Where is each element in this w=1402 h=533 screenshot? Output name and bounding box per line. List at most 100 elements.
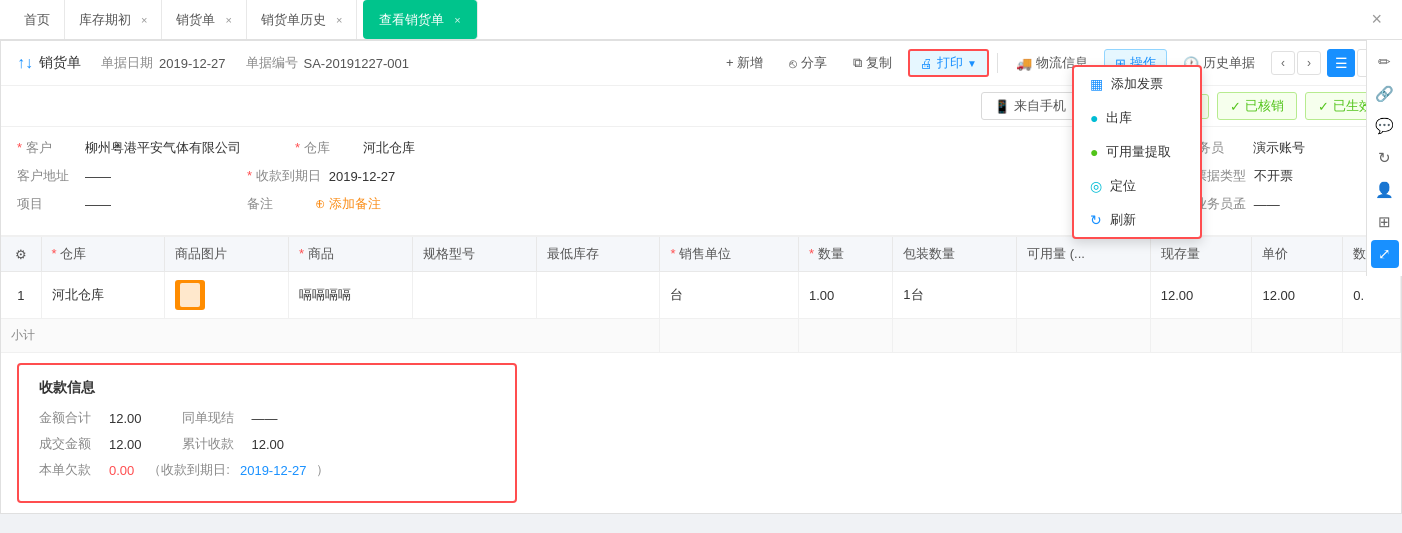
- tab-bar: 首页 库存期初 × 销货单 × 销货单历史 × 查看销货单 × ×: [0, 0, 1402, 40]
- mobile-label: 来自手机: [1014, 97, 1066, 115]
- arrears-date: 2019-12-27: [240, 463, 307, 478]
- add-invoice-item[interactable]: ▦ 添加发票: [1074, 67, 1200, 101]
- subtotal-amount: [1343, 319, 1401, 353]
- doc-title: ↑↓ 销货单: [17, 54, 81, 72]
- nav-arrows: ‹ ›: [1271, 51, 1321, 75]
- window-close-button[interactable]: ×: [1361, 9, 1392, 30]
- add-button[interactable]: + 新增: [716, 50, 773, 76]
- add-note-button[interactable]: ⊕ 添加备注: [315, 195, 381, 213]
- subtotal-unit: [660, 319, 799, 353]
- product-table: ⚙ * 仓库 商品图片 * 商品 规格型号 最低库存 * 销售单位 * 数量 包…: [1, 237, 1401, 353]
- date-label: 单据日期: [101, 54, 153, 72]
- subtotal-available: [1017, 319, 1151, 353]
- refresh-item[interactable]: ↻ 刷新: [1074, 203, 1200, 237]
- staff2-value: ——: [1254, 197, 1280, 212]
- list-view-button[interactable]: ☰: [1327, 49, 1355, 77]
- available-qty-item[interactable]: ● 可用量提取: [1074, 135, 1200, 169]
- row-product: 嗝嗝嗝嗝: [289, 272, 413, 319]
- divider1: [997, 53, 998, 73]
- grid-sidebar-icon[interactable]: ⊞: [1371, 208, 1399, 236]
- copy-label: 复制: [866, 54, 892, 72]
- share-button[interactable]: ⎋ 分享: [779, 50, 837, 76]
- due-date-field: * 收款到期日 2019-12-27: [247, 167, 447, 185]
- verified-icon: ✓: [1230, 99, 1241, 114]
- ticket-type-field: * 票据类型 不开票: [1185, 167, 1385, 185]
- outbound-item[interactable]: ● 出库: [1074, 101, 1200, 135]
- note-label: 备注: [247, 195, 307, 213]
- comment-sidebar-icon[interactable]: 💬: [1371, 112, 1399, 140]
- th-quantity: * 数量: [798, 237, 892, 272]
- link-sidebar-icon[interactable]: 🔗: [1371, 80, 1399, 108]
- share-icon: ⎋: [789, 56, 797, 71]
- share-label: 分享: [801, 54, 827, 72]
- user-sidebar-icon[interactable]: 👤: [1371, 176, 1399, 204]
- doc-type-label: 销货单: [39, 54, 81, 72]
- tab-sales-history[interactable]: 销货单历史 ×: [247, 0, 357, 39]
- next-button[interactable]: ›: [1297, 51, 1321, 75]
- tab-history-label: 销货单历史: [261, 11, 326, 29]
- print-dropdown-icon: ▼: [967, 58, 977, 69]
- th-unit-price: 单价: [1252, 237, 1343, 272]
- print-icon: 🖨: [920, 56, 933, 71]
- date-value: 2019-12-27: [159, 56, 226, 71]
- print-label: 打印: [937, 54, 963, 72]
- add-label: + 新增: [726, 54, 763, 72]
- tab-view-sales-close[interactable]: ×: [454, 14, 460, 26]
- tab-inventory-init[interactable]: 库存期初 ×: [65, 0, 162, 39]
- arrears-note-close: ）: [316, 461, 329, 479]
- th-spec: 规格型号: [412, 237, 536, 272]
- note-field: 备注 ⊕ 添加备注: [247, 195, 447, 213]
- tab-sales-order[interactable]: 销货单 ×: [162, 0, 246, 39]
- verified-button[interactable]: ✓ 已核销: [1217, 92, 1297, 120]
- th-product-img: 商品图片: [165, 237, 289, 272]
- th-unit: * 销售单位: [660, 237, 799, 272]
- due-date-value: 2019-12-27: [329, 169, 396, 184]
- expand-sidebar-icon[interactable]: ⤢: [1371, 240, 1399, 268]
- row-pack-qty: 1台: [893, 272, 1017, 319]
- row-available: [1017, 272, 1151, 319]
- address-label: 客户地址: [17, 167, 77, 185]
- staff2-field: * 业务员孟 ——: [1185, 195, 1385, 213]
- tab-home[interactable]: 首页: [10, 0, 65, 39]
- subtotal-label: 小计: [1, 319, 660, 353]
- number-value: SA-20191227-001: [304, 56, 410, 71]
- row-quantity: 1.00: [798, 272, 892, 319]
- refresh-icon: ↻: [1090, 212, 1102, 228]
- locate-item[interactable]: ◎ 定位: [1074, 169, 1200, 203]
- tab-inventory-close[interactable]: ×: [141, 14, 147, 26]
- th-settings[interactable]: ⚙: [1, 237, 41, 272]
- payment-row-1: 金额合计 12.00 同单现结 ——: [39, 409, 495, 427]
- tab-view-sales[interactable]: 查看销货单 ×: [363, 0, 477, 39]
- staff-field: 业务员 演示账号: [1185, 139, 1385, 157]
- deal-amount-value: 12.00: [109, 437, 142, 452]
- th-warehouse: * 仓库: [41, 237, 165, 272]
- row-min-stock: [536, 272, 660, 319]
- same-order-field: 同单现结 ——: [182, 409, 278, 427]
- tab-history-close[interactable]: ×: [336, 14, 342, 26]
- edit-sidebar-icon[interactable]: ✏: [1371, 48, 1399, 76]
- subtotal-qty: [798, 319, 892, 353]
- th-stock: 现存量: [1150, 237, 1252, 272]
- copy-button[interactable]: ⧉ 复制: [843, 50, 902, 76]
- customer-field: * 客户 柳州粤港平安气体有限公司: [17, 139, 265, 157]
- available-qty-icon: ●: [1090, 144, 1098, 160]
- deal-amount-label: 成交金额: [39, 435, 99, 453]
- subtotal-row: 小计: [1, 319, 1401, 353]
- subtotal-price: [1252, 319, 1343, 353]
- prev-button[interactable]: ‹: [1271, 51, 1295, 75]
- print-button[interactable]: 🖨 打印 ▼: [908, 49, 989, 77]
- mobile-button[interactable]: 📱 来自手机: [981, 92, 1079, 120]
- payment-row-2: 成交金额 12.00 累计收款 12.00: [39, 435, 495, 453]
- logistics-icon: 🚚: [1016, 56, 1032, 71]
- outbound-label: 出库: [1106, 109, 1132, 127]
- add-invoice-label: 添加发票: [1111, 75, 1163, 93]
- customer-label: * 客户: [17, 139, 77, 157]
- add-invoice-icon: ▦: [1090, 76, 1103, 92]
- tab-sales-close[interactable]: ×: [225, 14, 231, 26]
- product-table-container: ⚙ * 仓库 商品图片 * 商品 规格型号 最低库存 * 销售单位 * 数量 包…: [1, 236, 1401, 353]
- refresh-sidebar-icon[interactable]: ↻: [1371, 144, 1399, 172]
- total-amount-value: 12.00: [109, 411, 142, 426]
- total-amount-field: 金额合计 12.00: [39, 409, 142, 427]
- same-order-value: ——: [252, 411, 278, 426]
- doc-meta: 单据日期 2019-12-27 单据编号 SA-20191227-001: [101, 54, 409, 72]
